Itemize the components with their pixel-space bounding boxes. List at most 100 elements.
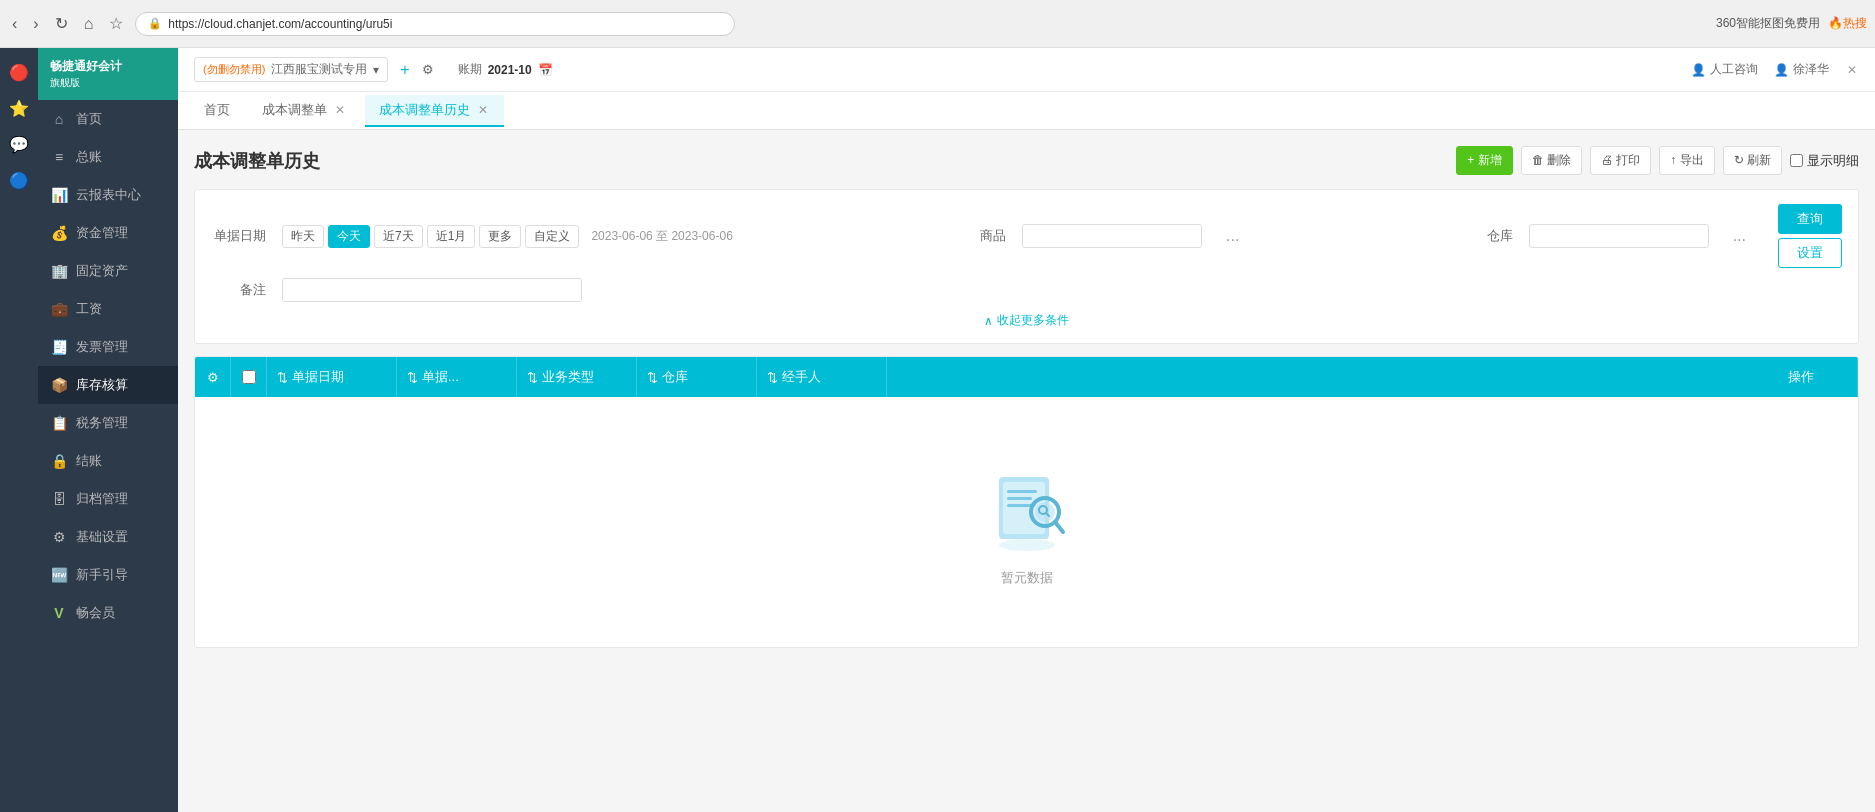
goods-input[interactable]	[1022, 224, 1202, 248]
app-header: (勿删勿禁用) 江西服宝测试专用 ▾ + ⚙ 账期 2021-10 📅 👤 人工…	[178, 48, 1875, 92]
svg-point-0	[999, 539, 1055, 551]
col-date[interactable]: ⇅ 单据日期	[267, 357, 397, 397]
sidebar-item-close[interactable]: 🔒 结账	[38, 442, 178, 480]
sidebar-label-ledger: 总账	[76, 148, 102, 166]
sidebar-icon-blue[interactable]: 🔵	[3, 164, 35, 196]
date-btn-today[interactable]: 今天	[328, 225, 370, 248]
sidebar-item-settings[interactable]: ⚙ 基础设置	[38, 518, 178, 556]
search-label: 360智能抠图免费用	[1716, 15, 1820, 32]
table-gear-btn[interactable]: ⚙	[195, 357, 231, 397]
sidebar-icon-star[interactable]: ⭐	[3, 92, 35, 124]
date-btn-1month[interactable]: 近1月	[427, 225, 476, 248]
sidebar-item-vip[interactable]: V 畅会员	[38, 594, 178, 632]
warehouse-input[interactable]	[1529, 224, 1709, 248]
sort-icon-number: ⇅	[407, 370, 418, 385]
sort-icon-type: ⇅	[527, 370, 538, 385]
user-avatar-icon: 👤	[1774, 63, 1789, 77]
sidebar-item-reports[interactable]: 📊 云报表中心	[38, 176, 178, 214]
gear-icon: ⚙	[207, 370, 219, 385]
warehouse-filter-label: 仓库	[1458, 227, 1513, 245]
add-icon[interactable]: +	[400, 61, 409, 79]
period-value: 2021-10	[488, 63, 532, 77]
main-layout: 🔴 ⭐ 💬 🔵 畅捷通好会计旗舰版 ⌂ 首页 ≡ 总账 📊 云报表中心 💰 资金…	[0, 48, 1875, 812]
sidebar-icon-weibo[interactable]: 🔴	[3, 56, 35, 88]
date-btn-7days[interactable]: 近7天	[374, 225, 423, 248]
tab-cost-adjust-history[interactable]: 成本调整单历史 ✕	[365, 95, 504, 127]
sidebar-label-vip: 畅会员	[76, 604, 115, 622]
home-button[interactable]: ⌂	[80, 11, 98, 37]
sidebar-item-payroll[interactable]: 💼 工资	[38, 290, 178, 328]
company-selector[interactable]: (勿删勿禁用) 江西服宝测试专用 ▾	[194, 57, 388, 82]
filter-row-date: 单据日期 昨天 今天 近7天 近1月 更多 自定义 2023-06-06 至 2…	[211, 204, 1842, 268]
print-btn[interactable]: 🖨 打印	[1590, 146, 1651, 175]
dropdown-icon: ▾	[373, 63, 379, 77]
close-period-icon: 🔒	[50, 453, 68, 469]
vip-icon: V	[50, 605, 68, 621]
delete-btn[interactable]: 🗑 删除	[1521, 146, 1582, 175]
header-right: 👤 人工咨询 👤 徐泽华 ✕	[1691, 61, 1859, 78]
forward-button[interactable]: ›	[29, 11, 42, 37]
col-type[interactable]: ⇅ 业务类型	[517, 357, 637, 397]
filter-settings-btn[interactable]: 设置	[1778, 238, 1842, 268]
sidebar-label-assets: 固定资产	[76, 262, 128, 280]
filter-collapse-btn[interactable]: ∧ 收起更多条件	[984, 312, 1069, 329]
date-btn-yesterday[interactable]: 昨天	[282, 225, 324, 248]
query-btn[interactable]: 查询	[1778, 204, 1842, 234]
consultant-btn[interactable]: 👤 人工咨询	[1691, 61, 1758, 78]
browser-tools: 360智能抠图免费用 🔥热搜	[1716, 15, 1867, 32]
reports-icon: 📊	[50, 187, 68, 203]
tab-cost-adjust-close[interactable]: ✕	[333, 103, 347, 117]
sidebar-item-ledger[interactable]: ≡ 总账	[38, 138, 178, 176]
date-filter-label: 单据日期	[211, 227, 266, 245]
sidebar-item-inventory[interactable]: 📦 库存核算	[38, 366, 178, 404]
warehouse-dots[interactable]: ...	[1733, 227, 1746, 245]
tab-cost-adjust[interactable]: 成本调整单 ✕	[248, 95, 361, 127]
sidebar-label-invoice: 发票管理	[76, 338, 128, 356]
sort-icon-warehouse: ⇅	[647, 370, 658, 385]
sidebar-icon-green[interactable]: 💬	[3, 128, 35, 160]
col-type-label: 业务类型	[542, 368, 594, 386]
new-btn[interactable]: + 新增	[1456, 146, 1512, 175]
sidebar-item-funds[interactable]: 💰 资金管理	[38, 214, 178, 252]
invoice-icon: 🧾	[50, 339, 68, 355]
guide-icon: 🆕	[50, 567, 68, 583]
table-header: ⚙ ⇅ 单据日期 ⇅ 单据... ⇅ 业务类型	[195, 357, 1858, 397]
sidebar-item-assets[interactable]: 🏢 固定资产	[38, 252, 178, 290]
remark-input[interactable]	[282, 278, 582, 302]
back-button[interactable]: ‹	[8, 11, 21, 37]
remark-label: 备注	[211, 281, 266, 299]
star-button[interactable]: ☆	[105, 10, 127, 37]
date-btn-more[interactable]: 更多	[479, 225, 521, 248]
sidebar-item-guide[interactable]: 🆕 新手引导	[38, 556, 178, 594]
select-all-checkbox[interactable]	[242, 370, 256, 384]
col-warehouse[interactable]: ⇅ 仓库	[637, 357, 757, 397]
sidebar-item-archive[interactable]: 🗄 归档管理	[38, 480, 178, 518]
nav-sidebar: 畅捷通好会计旗舰版 ⌂ 首页 ≡ 总账 📊 云报表中心 💰 资金管理 🏢 固定资…	[38, 48, 178, 812]
calendar-icon[interactable]: 📅	[538, 63, 553, 77]
page-title: 成本调整单历史	[194, 149, 320, 173]
export-btn[interactable]: ↑ 导出	[1659, 146, 1714, 175]
period-label: 账期	[458, 61, 482, 78]
close-window-btn[interactable]: ✕	[1845, 63, 1859, 77]
settings-header-icon[interactable]: ⚙	[422, 62, 434, 77]
table-wrapper: ⚙ ⇅ 单据日期 ⇅ 单据... ⇅ 业务类型	[194, 356, 1859, 648]
user-btn[interactable]: 👤 徐泽华	[1774, 61, 1829, 78]
refresh-btn[interactable]: ↻ 刷新	[1723, 146, 1782, 175]
sidebar-item-tax[interactable]: 📋 税务管理	[38, 404, 178, 442]
refresh-button[interactable]: ↻	[51, 10, 72, 37]
date-btn-custom[interactable]: 自定义	[525, 225, 579, 248]
tax-icon: 📋	[50, 415, 68, 431]
col-number[interactable]: ⇅ 单据...	[397, 357, 517, 397]
display-detail-checkbox[interactable]	[1790, 154, 1803, 167]
col-date-label: 单据日期	[292, 368, 344, 386]
sidebar-item-home[interactable]: ⌂ 首页	[38, 100, 178, 138]
company-name: 江西服宝测试专用	[271, 61, 367, 78]
tab-cost-adjust-history-close[interactable]: ✕	[476, 103, 490, 117]
table-select-all[interactable]	[231, 357, 267, 397]
tab-home[interactable]: 首页	[190, 95, 244, 127]
col-person[interactable]: ⇅ 经手人	[757, 357, 887, 397]
sidebar-label-archive: 归档管理	[76, 490, 128, 508]
sidebar-item-invoice[interactable]: 🧾 发票管理	[38, 328, 178, 366]
url-bar[interactable]: 🔒 https://cloud.chanjet.com/accounting/u…	[135, 12, 735, 36]
goods-dots[interactable]: ...	[1226, 227, 1239, 245]
